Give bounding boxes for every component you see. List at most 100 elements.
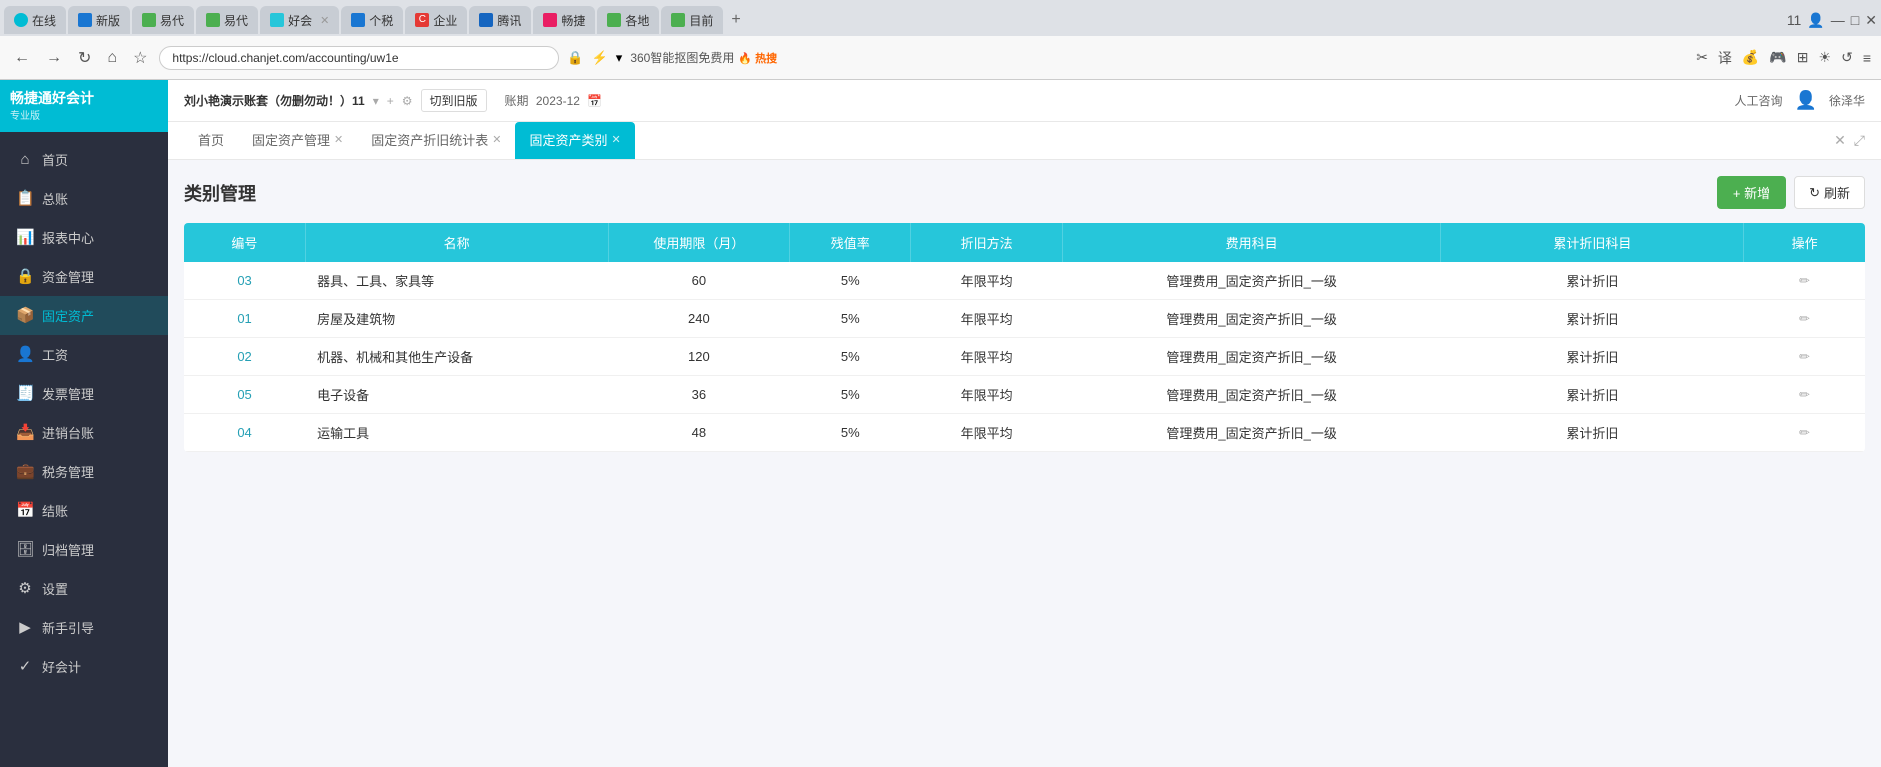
reload-button[interactable]: ↻ — [74, 46, 95, 70]
settings-account-icon[interactable]: ⚙ — [402, 94, 413, 108]
cell-op-1[interactable]: ✏ — [1744, 300, 1865, 338]
assets-icon: 📦 — [16, 306, 34, 324]
archive-icon: 🗄 — [16, 540, 34, 558]
sidebar-item-home[interactable]: ⌂ 首页 — [0, 140, 168, 179]
switch-version-button[interactable]: 切到旧版 — [421, 89, 487, 112]
coin-icon[interactable]: 💰 — [1742, 49, 1759, 66]
account-info: 刘小艳演示账套（勿删勿动！）11 — [184, 92, 365, 109]
cell-op-3[interactable]: ✏ — [1744, 376, 1865, 414]
close-asset-mgmt[interactable]: ✕ — [334, 133, 343, 146]
undo-icon[interactable]: ↺ — [1841, 49, 1853, 66]
sidebar-item-reports[interactable]: 📊 报表中心 — [0, 218, 168, 257]
win-maximize-icon[interactable]: ⤢ — [1854, 132, 1865, 149]
page-tab-asset-category[interactable]: 固定资产类别 ✕ — [515, 122, 634, 159]
game-icon[interactable]: 🎮 — [1769, 49, 1786, 66]
translate-icon[interactable]: 译 — [1718, 48, 1732, 68]
cell-rate-0: 5% — [790, 262, 911, 300]
win-close-icon[interactable]: ✕ — [1834, 132, 1846, 149]
brightness-icon[interactable]: ☀ — [1819, 49, 1832, 66]
new-tab-button[interactable]: + — [725, 9, 746, 31]
site-info-icon: 🔒 — [567, 50, 583, 66]
edit-icon-4[interactable]: ✏ — [1799, 425, 1810, 440]
cell-op-4[interactable]: ✏ — [1744, 414, 1865, 452]
sidebar-item-invoice[interactable]: 🧾 发票管理 — [0, 374, 168, 413]
sidebar-item-ledger[interactable]: 📋 总账 — [0, 179, 168, 218]
browser-tab-7[interactable]: 腾讯 — [469, 6, 531, 34]
tab-actions: 11 👤 — □ ✕ — [1787, 12, 1877, 29]
cell-op-2[interactable]: ✏ — [1744, 338, 1865, 376]
add-account-icon[interactable]: + — [387, 94, 394, 108]
browser-tab-8[interactable]: 畅捷 — [533, 6, 595, 34]
refresh-button[interactable]: ↻ 刷新 — [1794, 176, 1865, 209]
back-button[interactable]: ← — [10, 47, 34, 69]
logo-text: 畅捷通好会计 — [10, 90, 94, 107]
cell-expense-2: 管理费用_固定资产折旧_一级 — [1062, 338, 1441, 376]
closing-icon: 📅 — [16, 501, 34, 519]
browser-tab-6[interactable]: C 企业 — [405, 6, 467, 34]
page-tab-nav: 首页 固定资产管理 ✕ 固定资产折旧统计表 ✕ 固定资产类别 ✕ ✕ ⤢ — [168, 122, 1881, 160]
cell-period-3: 36 — [608, 376, 790, 414]
add-button[interactable]: + 新增 — [1717, 176, 1786, 209]
sidebar-item-accounting[interactable]: ✓ 好会计 — [0, 647, 168, 686]
sidebar-item-closing[interactable]: 📅 结账 — [0, 491, 168, 530]
sidebar-item-archive[interactable]: 🗄 归档管理 — [0, 530, 168, 569]
maximize-icon[interactable]: □ — [1851, 12, 1859, 28]
browser-tab-5[interactable]: 个税 — [341, 6, 403, 34]
cell-expense-4: 管理费用_固定资产折旧_一级 — [1062, 414, 1441, 452]
browser-tab-2[interactable]: 易代 — [132, 6, 194, 34]
cell-method-0: 年限平均 — [911, 262, 1062, 300]
sidebar-item-assets[interactable]: 📦 固定资产 — [0, 296, 168, 335]
minimize-icon[interactable]: — — [1831, 12, 1845, 28]
page-tab-home[interactable]: 首页 — [184, 122, 238, 159]
table-row: 01 房屋及建筑物 240 5% 年限平均 管理费用_固定资产折旧_一级 累计折… — [184, 300, 1865, 338]
sidebar-label-archive: 归档管理 — [42, 540, 94, 559]
consult-label[interactable]: 人工咨询 — [1735, 92, 1783, 109]
page-tab-depreciation-stat[interactable]: 固定资产折旧统计表 ✕ — [357, 122, 515, 159]
close-browser-icon[interactable]: ✕ — [1865, 12, 1877, 29]
cell-rate-3: 5% — [790, 376, 911, 414]
close-asset-category[interactable]: ✕ — [612, 133, 621, 146]
sidebar-item-tax[interactable]: 💼 税务管理 — [0, 452, 168, 491]
forward-button[interactable]: → — [42, 47, 66, 69]
dropdown-icon[interactable]: ▾ — [616, 50, 623, 66]
table-row: 04 运输工具 48 5% 年限平均 管理费用_固定资产折旧_一级 累计折旧 ✏ — [184, 414, 1865, 452]
dropdown-account-icon[interactable]: ▾ — [373, 94, 379, 108]
home-button[interactable]: ⌂ — [103, 47, 121, 69]
address-bar: ← → ↻ ⌂ ☆ 🔒 ⚡ ▾ 360智能抠图免费用 🔥 热搜 ✂ 译 💰 🎮 … — [0, 36, 1881, 80]
edit-icon-1[interactable]: ✏ — [1799, 311, 1810, 326]
browser-tab-9[interactable]: 各地 — [597, 6, 659, 34]
sidebar-item-guide[interactable]: ▶ 新手引导 — [0, 608, 168, 647]
address-input[interactable] — [159, 46, 559, 70]
edit-icon-3[interactable]: ✏ — [1799, 387, 1810, 402]
cell-method-1: 年限平均 — [911, 300, 1062, 338]
table-row: 05 电子设备 36 5% 年限平均 管理费用_固定资产折旧_一级 累计折旧 ✏ — [184, 376, 1865, 414]
sidebar-item-inventory[interactable]: 📥 进销台账 — [0, 413, 168, 452]
edit-icon-0[interactable]: ✏ — [1799, 273, 1810, 288]
close-depreciation-stat[interactable]: ✕ — [492, 133, 501, 146]
menu-icon[interactable]: ≡ — [1863, 50, 1871, 66]
browser-tab-3[interactable]: 易代 — [196, 6, 258, 34]
edit-icon-2[interactable]: ✏ — [1799, 349, 1810, 364]
tab-close-4[interactable]: ✕ — [320, 14, 329, 27]
calendar-icon[interactable]: 📅 — [587, 94, 602, 108]
cell-accum-4: 累计折旧 — [1441, 414, 1744, 452]
browser-tab-0[interactable]: 在线 — [4, 6, 66, 34]
cell-expense-0: 管理费用_固定资产折旧_一级 — [1062, 262, 1441, 300]
sidebar-item-payroll[interactable]: 👤 工资 — [0, 335, 168, 374]
scissors-icon[interactable]: ✂ — [1696, 49, 1708, 66]
sidebar-item-settings[interactable]: ⚙ 设置 — [0, 569, 168, 608]
period-label: 账期 2023-12 📅 — [505, 92, 603, 109]
app-layout: 畅捷通好会计 专业版 ⌂ 首页 📋 总账 📊 报表中心 🔒 资金管理 📦 — [0, 80, 1881, 767]
browser-tab-4[interactable]: 好会 ✕ — [260, 6, 339, 34]
table-header-row: 编号 名称 使用期限（月） 残值率 折旧方法 费用科目 累计折旧科目 操作 — [184, 223, 1865, 262]
page-actions: + 新增 ↻ 刷新 — [1717, 176, 1865, 209]
cell-method-3: 年限平均 — [911, 376, 1062, 414]
profile-icon[interactable]: 👤 — [1807, 12, 1824, 29]
sidebar-item-funds[interactable]: 🔒 资金管理 — [0, 257, 168, 296]
grid-icon[interactable]: ⊞ — [1797, 49, 1809, 66]
bookmark-button[interactable]: ☆ — [129, 46, 151, 70]
page-tab-asset-mgmt[interactable]: 固定资产管理 ✕ — [238, 122, 357, 159]
browser-tab-10[interactable]: 目前 — [661, 6, 723, 34]
browser-tab-1[interactable]: 新版 — [68, 6, 130, 34]
cell-op-0[interactable]: ✏ — [1744, 262, 1865, 300]
